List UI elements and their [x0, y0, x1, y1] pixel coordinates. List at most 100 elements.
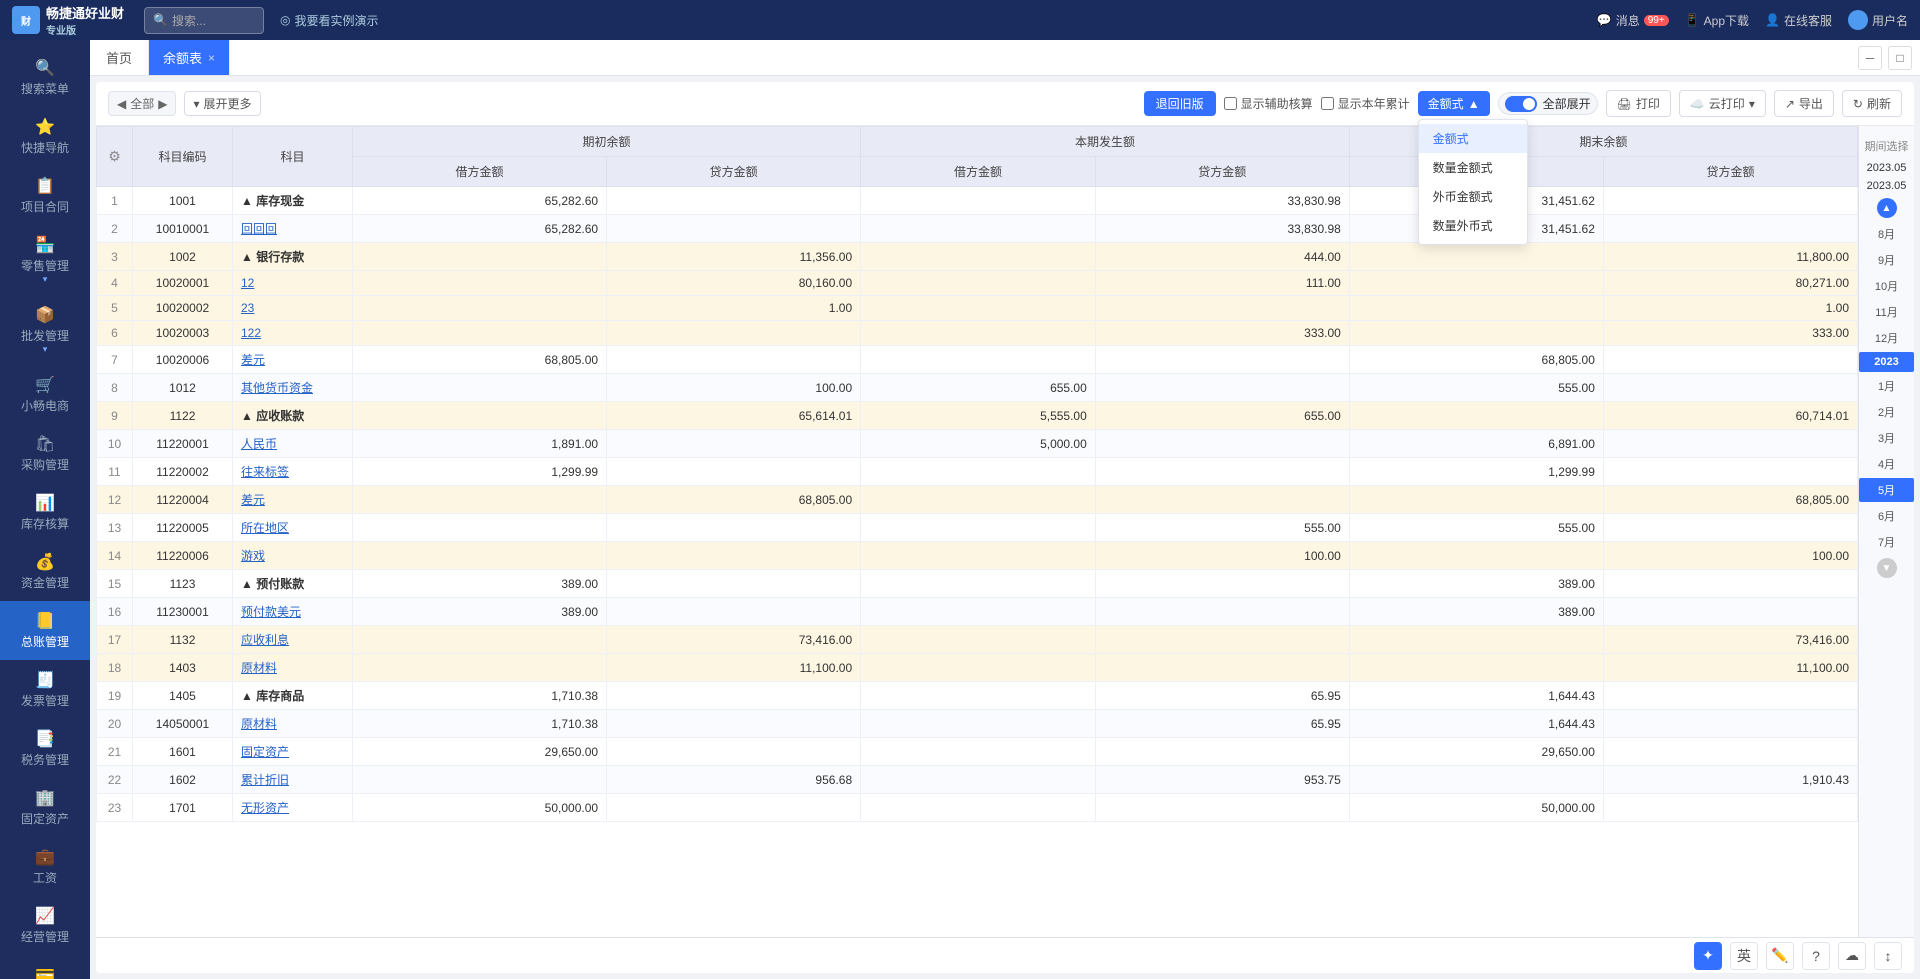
- back-arrow-icon[interactable]: ◀: [117, 97, 126, 111]
- table-row-code[interactable]: 1701: [133, 794, 233, 822]
- sidebar-item-management[interactable]: 📈 经营管理: [0, 896, 90, 955]
- sidebar-item-tax[interactable]: 📑 税务管理: [0, 719, 90, 778]
- table-row-name[interactable]: ▲ 银行存款: [233, 243, 353, 271]
- mode-option-foreign-amount[interactable]: 外币金额式: [1419, 182, 1527, 211]
- download-button[interactable]: 📱 App下载: [1685, 12, 1749, 29]
- col-settings[interactable]: ⚙: [97, 127, 133, 187]
- table-row-code[interactable]: 1002: [133, 243, 233, 271]
- sidebar-item-project[interactable]: 📋 项目合同: [0, 166, 90, 225]
- month-7[interactable]: 7月: [1859, 530, 1914, 554]
- month-10[interactable]: 10月: [1859, 274, 1914, 298]
- table-row-code[interactable]: 1122: [133, 402, 233, 430]
- tab-maximize-button[interactable]: □: [1888, 46, 1912, 70]
- bottom-sync-button[interactable]: ↕: [1874, 942, 1902, 970]
- table-row-code[interactable]: 1601: [133, 738, 233, 766]
- table-row-code[interactable]: 11220004: [133, 486, 233, 514]
- sidebar-item-retail[interactable]: 🏪 零售管理 ▾: [0, 225, 90, 295]
- month-3[interactable]: 3月: [1859, 426, 1914, 450]
- table-row-name[interactable]: 固定资产: [233, 738, 353, 766]
- sidebar-item-nav[interactable]: ⭐ 快捷导航: [0, 107, 90, 166]
- service-button[interactable]: 👤 在线客服: [1765, 12, 1832, 29]
- cloud-print-button[interactable]: ☁️ 云打印 ▾: [1679, 90, 1766, 117]
- tab-balance-sheet[interactable]: 余额表 ×: [149, 40, 230, 75]
- bottom-cloud-button[interactable]: ☁: [1838, 942, 1866, 970]
- assist-checkbox[interactable]: [1224, 97, 1237, 110]
- month-4[interactable]: 4月: [1859, 452, 1914, 476]
- forward-arrow-icon[interactable]: ▶: [158, 97, 167, 111]
- table-row-name[interactable]: 应收利息: [233, 626, 353, 654]
- table-row-name[interactable]: 累计折旧: [233, 766, 353, 794]
- mode-button[interactable]: 金额式 ▲: [1418, 91, 1490, 116]
- month-2023[interactable]: 2023: [1859, 352, 1914, 372]
- table-row-code[interactable]: 1403: [133, 654, 233, 682]
- expand-more-button[interactable]: ▾ 展开更多: [184, 91, 260, 116]
- table-row-name[interactable]: 其他货币资金: [233, 374, 353, 402]
- mode-option-qty-amount[interactable]: 数量金额式: [1419, 153, 1527, 182]
- bottom-help-button[interactable]: ?: [1802, 942, 1830, 970]
- month-11[interactable]: 11月: [1859, 300, 1914, 324]
- sidebar-item-salary[interactable]: 💼 工资: [0, 837, 90, 896]
- month-8[interactable]: 8月: [1859, 222, 1914, 246]
- table-row-name[interactable]: 差元: [233, 346, 353, 374]
- month-2[interactable]: 2月: [1859, 400, 1914, 424]
- show-assist-check[interactable]: 显示辅助核算: [1224, 95, 1313, 112]
- table-row-name[interactable]: ▲ 应收账款: [233, 402, 353, 430]
- table-row-code[interactable]: 10020003: [133, 321, 233, 346]
- month-6[interactable]: 6月: [1859, 504, 1914, 528]
- sidebar-item-wholesale[interactable]: 📦 批发管理 ▾: [0, 295, 90, 365]
- table-row-code[interactable]: 11230001: [133, 598, 233, 626]
- table-row-name[interactable]: ▲ 库存商品: [233, 682, 353, 710]
- table-row-code[interactable]: 10020001: [133, 271, 233, 296]
- table-row-code[interactable]: 11220006: [133, 542, 233, 570]
- table-row-name[interactable]: 游戏: [233, 542, 353, 570]
- table-row-code[interactable]: 1001: [133, 187, 233, 215]
- demo-link[interactable]: ◎ 我要看实例演示: [280, 12, 379, 29]
- table-row-name[interactable]: 原材料: [233, 710, 353, 738]
- table-row-name[interactable]: 23: [233, 296, 353, 321]
- table-row-name[interactable]: 预付款美元: [233, 598, 353, 626]
- table-row-name[interactable]: ▲ 库存现金: [233, 187, 353, 215]
- sidebar-item-purchase[interactable]: 🛍 采购管理: [0, 424, 90, 483]
- table-row-code[interactable]: 11220002: [133, 458, 233, 486]
- sidebar-item-ecommerce[interactable]: 🛒 小畅电商: [0, 365, 90, 424]
- table-settings-icon[interactable]: ⚙: [108, 148, 121, 164]
- back-old-version-button[interactable]: 退回旧版: [1144, 91, 1216, 116]
- tab-close-button[interactable]: ×: [208, 51, 215, 65]
- table-row-name[interactable]: 无形资产: [233, 794, 353, 822]
- month-12[interactable]: 12月: [1859, 326, 1914, 350]
- table-row-name[interactable]: 人民币: [233, 430, 353, 458]
- table-row-name[interactable]: 12: [233, 271, 353, 296]
- sidebar-item-invoice[interactable]: 🧾 发票管理: [0, 660, 90, 719]
- table-row-code[interactable]: 1602: [133, 766, 233, 794]
- ytd-checkbox[interactable]: [1321, 97, 1334, 110]
- table-row-code[interactable]: 1405: [133, 682, 233, 710]
- table-wrapper[interactable]: ⚙ 科目编码 科目 期初余额 本期发生额 期末余额 借方金额 贷方金额: [96, 126, 1858, 937]
- table-row-code[interactable]: 11220005: [133, 514, 233, 542]
- top-search-box[interactable]: 🔍 搜索...: [144, 7, 264, 34]
- print-button[interactable]: 🖨 打印: [1606, 90, 1671, 117]
- table-row-code[interactable]: 10010001: [133, 215, 233, 243]
- sidebar-item-expense[interactable]: 💳 小畅报销: [0, 955, 90, 979]
- bottom-lang-button[interactable]: 英: [1730, 942, 1758, 970]
- bottom-ai-button[interactable]: ✦: [1694, 942, 1722, 970]
- table-row-code[interactable]: 14050001: [133, 710, 233, 738]
- table-row-name[interactable]: ▲ 预付账款: [233, 570, 353, 598]
- table-row-name[interactable]: 122: [233, 321, 353, 346]
- table-row-code[interactable]: 10020006: [133, 346, 233, 374]
- sidebar-item-finance[interactable]: 💰 资金管理: [0, 542, 90, 601]
- show-ytd-check[interactable]: 显示本年累计: [1321, 95, 1410, 112]
- tab-home[interactable]: 首页: [90, 40, 149, 75]
- table-row-code[interactable]: 10020002: [133, 296, 233, 321]
- mode-option-qty-foreign[interactable]: 数量外币式: [1419, 211, 1527, 240]
- table-row-name[interactable]: 所在地区: [233, 514, 353, 542]
- month-1[interactable]: 1月: [1859, 374, 1914, 398]
- mode-option-amount[interactable]: 金额式: [1419, 124, 1527, 153]
- refresh-button[interactable]: ↻ 刷新: [1842, 90, 1902, 117]
- table-row-name[interactable]: 往来标签: [233, 458, 353, 486]
- expand-all-toggle[interactable]: 全部展开: [1498, 92, 1598, 115]
- month-5[interactable]: 5月: [1859, 478, 1914, 502]
- table-row-name[interactable]: 差元: [233, 486, 353, 514]
- table-row-name[interactable]: 原材料: [233, 654, 353, 682]
- table-row-code[interactable]: 11220001: [133, 430, 233, 458]
- export-button[interactable]: ↗ 导出: [1774, 90, 1834, 117]
